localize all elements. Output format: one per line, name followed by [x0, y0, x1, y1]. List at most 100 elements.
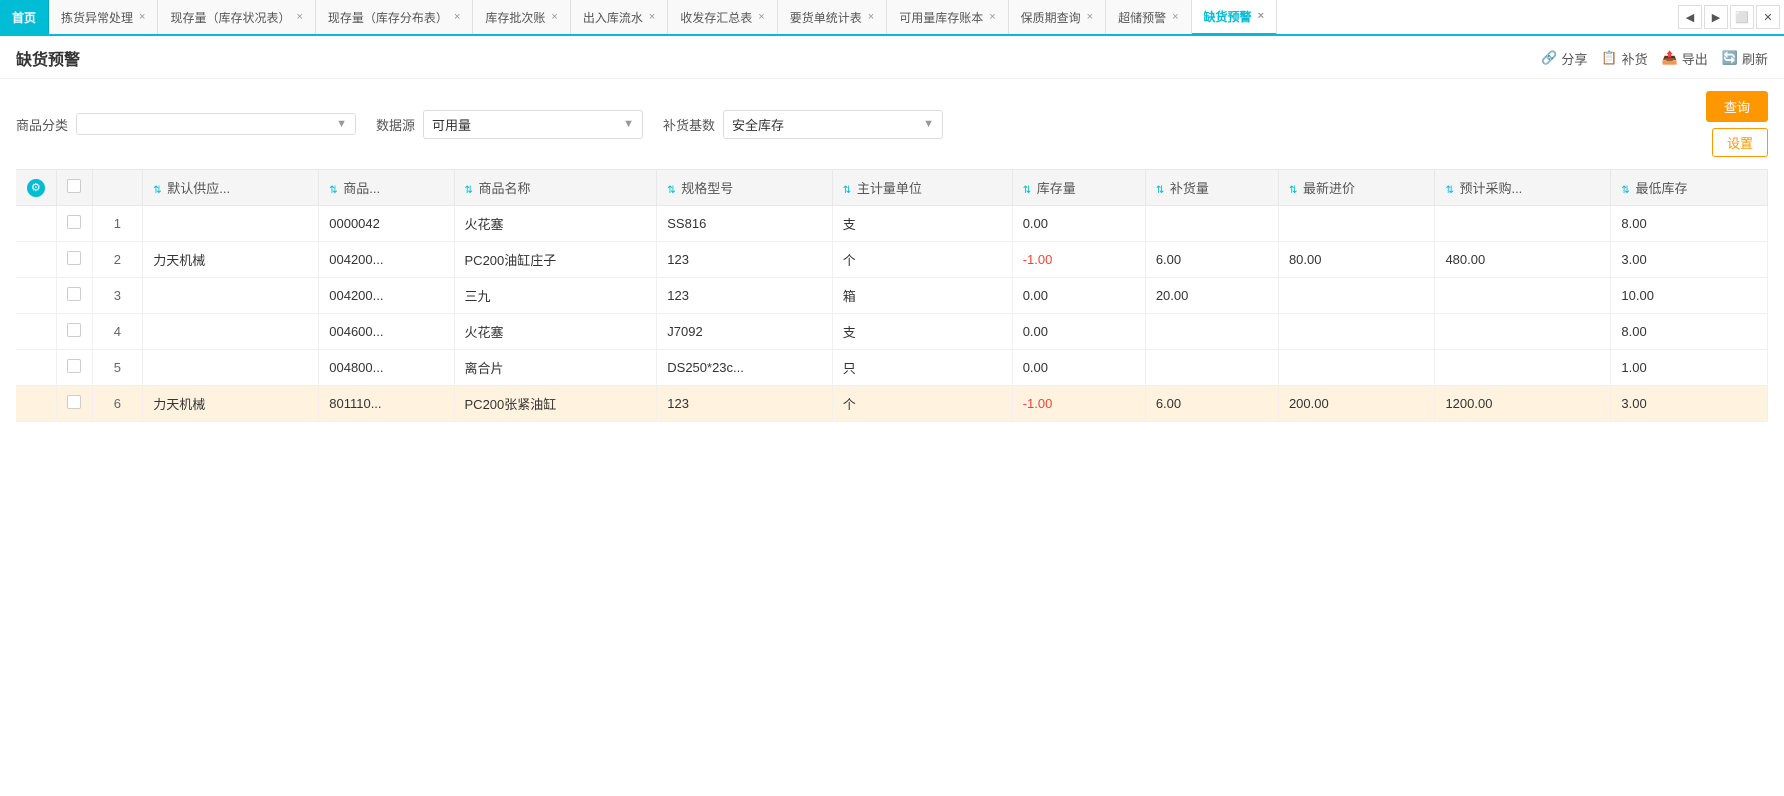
refresh-action[interactable]: 🔄 刷新	[1722, 49, 1768, 68]
tab-overstock[interactable]: 超储预警 ×	[1106, 0, 1191, 35]
td-settings-3	[16, 314, 56, 350]
th-supplier[interactable]: ⇅ 默认供应...	[143, 170, 319, 206]
tab-batch-account-label: 库存批次账	[485, 9, 545, 26]
th-est-purchase-label: 预计采购...	[1459, 181, 1522, 196]
td-supplier-3	[143, 314, 319, 350]
replenish-action[interactable]: 📋 补货	[1601, 49, 1647, 68]
td-replenish-1: 6.00	[1145, 242, 1278, 278]
header-checkbox[interactable]	[67, 179, 81, 193]
tab-home[interactable]: 首页	[0, 0, 49, 35]
td-unit-4: 只	[832, 350, 1012, 386]
sort-icon-unit: ⇅	[843, 185, 851, 196]
th-spec[interactable]: ⇅ 规格型号	[657, 170, 833, 206]
tab-batch-account[interactable]: 库存批次账 ×	[473, 0, 570, 35]
tab-close-btn[interactable]: ✕	[1756, 5, 1780, 29]
tab-receipt-summary-close[interactable]: ×	[758, 11, 764, 23]
td-goods-name-1: PC200油缸庄子	[454, 242, 657, 278]
th-min-stock[interactable]: ⇅ 最低库存	[1611, 170, 1768, 206]
sort-icon-supplier: ⇅	[153, 185, 161, 196]
row-checkbox-0[interactable]	[67, 215, 81, 229]
tab-inventory-status-close[interactable]: ×	[296, 11, 302, 23]
tab-demand-stat-close[interactable]: ×	[868, 11, 874, 23]
settings-gear-icon[interactable]: ⚙	[27, 179, 45, 197]
th-replenish[interactable]: ⇅ 补货量	[1145, 170, 1278, 206]
th-stock[interactable]: ⇅ 库存量	[1012, 170, 1145, 206]
row-checkbox-2[interactable]	[67, 287, 81, 301]
tab-expiry-query[interactable]: 保质期查询 ×	[1009, 0, 1106, 35]
row-checkbox-5[interactable]	[67, 395, 81, 409]
td-est-purchase-2	[1435, 278, 1611, 314]
td-supplier-2	[143, 278, 319, 314]
category-select[interactable]: ▼	[76, 113, 356, 135]
sort-icon-est-purchase: ⇅	[1445, 185, 1453, 196]
export-action[interactable]: 📤 导出	[1662, 49, 1708, 68]
tab-shortage-label: 缺货预警	[1204, 8, 1252, 25]
td-check-5[interactable]	[56, 386, 92, 422]
row-checkbox-1[interactable]	[67, 251, 81, 265]
th-goods-name[interactable]: ⇅ 商品名称	[454, 170, 657, 206]
td-check-0[interactable]	[56, 206, 92, 242]
tab-shortage[interactable]: 缺货预警 ×	[1192, 0, 1277, 35]
td-stock-3: 0.00	[1012, 314, 1145, 350]
tab-demand-stat[interactable]: 要货单统计表 ×	[778, 0, 887, 35]
td-unit-3: 支	[832, 314, 1012, 350]
row-checkbox-3[interactable]	[67, 323, 81, 337]
query-button[interactable]: 查询	[1706, 91, 1768, 122]
refresh-label: 刷新	[1742, 49, 1768, 68]
tab-bar: 首页 拣货异常处理 × 现存量（库存状况表） × 现存量（库存分布表） × 库存…	[0, 0, 1784, 36]
th-check[interactable]	[56, 170, 92, 206]
tab-available-ledger-close[interactable]: ×	[989, 11, 995, 23]
td-supplier-0	[143, 206, 319, 242]
th-goods-code[interactable]: ⇅ 商品...	[319, 170, 454, 206]
tab-inventory-status-label: 现存量（库存状况表）	[170, 9, 290, 26]
td-check-4[interactable]	[56, 350, 92, 386]
td-replenish-3	[1145, 314, 1278, 350]
tab-overstock-close[interactable]: ×	[1172, 11, 1178, 23]
tab-inout-flow[interactable]: 出入库流水 ×	[571, 0, 668, 35]
tab-inventory-dist-close[interactable]: ×	[454, 11, 460, 23]
tab-shortage-close[interactable]: ×	[1258, 10, 1264, 22]
tab-restore-btn[interactable]: ⬜	[1730, 5, 1754, 29]
replenish-base-select[interactable]: 安全库存 ▼	[723, 110, 943, 139]
table-row: 2 力天机械 004200... PC200油缸庄子 123 个 -1.00 6…	[16, 242, 1768, 278]
tab-inventory-status[interactable]: 现存量（库存状况表） ×	[158, 0, 315, 35]
tab-unusual-close[interactable]: ×	[139, 11, 145, 23]
th-est-purchase[interactable]: ⇅ 预计采购...	[1435, 170, 1611, 206]
replenish-base-value: 安全库存	[732, 115, 784, 134]
td-est-purchase-5: 1200.00	[1435, 386, 1611, 422]
tab-next-btn[interactable]: ▶	[1704, 5, 1728, 29]
td-settings-2	[16, 278, 56, 314]
sort-icon-latest-price: ⇅	[1289, 185, 1297, 196]
tab-unusual[interactable]: 拣货异常处理 ×	[49, 0, 158, 35]
td-index-5: 6	[92, 386, 143, 422]
td-check-2[interactable]	[56, 278, 92, 314]
td-goods-code-1: 004200...	[319, 242, 454, 278]
share-action[interactable]: 🔗 分享	[1541, 49, 1587, 68]
td-unit-5: 个	[832, 386, 1012, 422]
filter-group-replenish-base: 补货基数 安全库存 ▼	[663, 110, 943, 139]
td-supplier-1: 力天机械	[143, 242, 319, 278]
td-min-stock-5: 3.00	[1611, 386, 1768, 422]
th-settings[interactable]: ⚙	[16, 170, 56, 206]
sort-icon-goods-name: ⇅	[465, 185, 473, 196]
row-checkbox-4[interactable]	[67, 359, 81, 373]
tab-inventory-dist[interactable]: 现存量（库存分布表） ×	[316, 0, 473, 35]
td-index-0: 1	[92, 206, 143, 242]
tab-inout-flow-close[interactable]: ×	[649, 11, 655, 23]
tab-prev-btn[interactable]: ◀	[1678, 5, 1702, 29]
tab-receipt-summary[interactable]: 收发存汇总表 ×	[668, 0, 777, 35]
th-latest-price[interactable]: ⇅ 最新进价	[1278, 170, 1435, 206]
td-index-4: 5	[92, 350, 143, 386]
datasource-select[interactable]: 可用量 ▼	[423, 110, 643, 139]
td-check-1[interactable]	[56, 242, 92, 278]
th-unit[interactable]: ⇅ 主计量单位	[832, 170, 1012, 206]
replenish-base-label: 补货基数	[663, 115, 715, 134]
setting-button[interactable]: 设置	[1712, 128, 1768, 157]
td-stock-5: -1.00	[1012, 386, 1145, 422]
tab-available-ledger[interactable]: 可用量库存账本 ×	[887, 0, 1008, 35]
td-index-3: 4	[92, 314, 143, 350]
tab-expiry-query-close[interactable]: ×	[1087, 11, 1093, 23]
tab-batch-account-close[interactable]: ×	[551, 11, 557, 23]
th-goods-name-label: 商品名称	[479, 181, 531, 196]
td-check-3[interactable]	[56, 314, 92, 350]
